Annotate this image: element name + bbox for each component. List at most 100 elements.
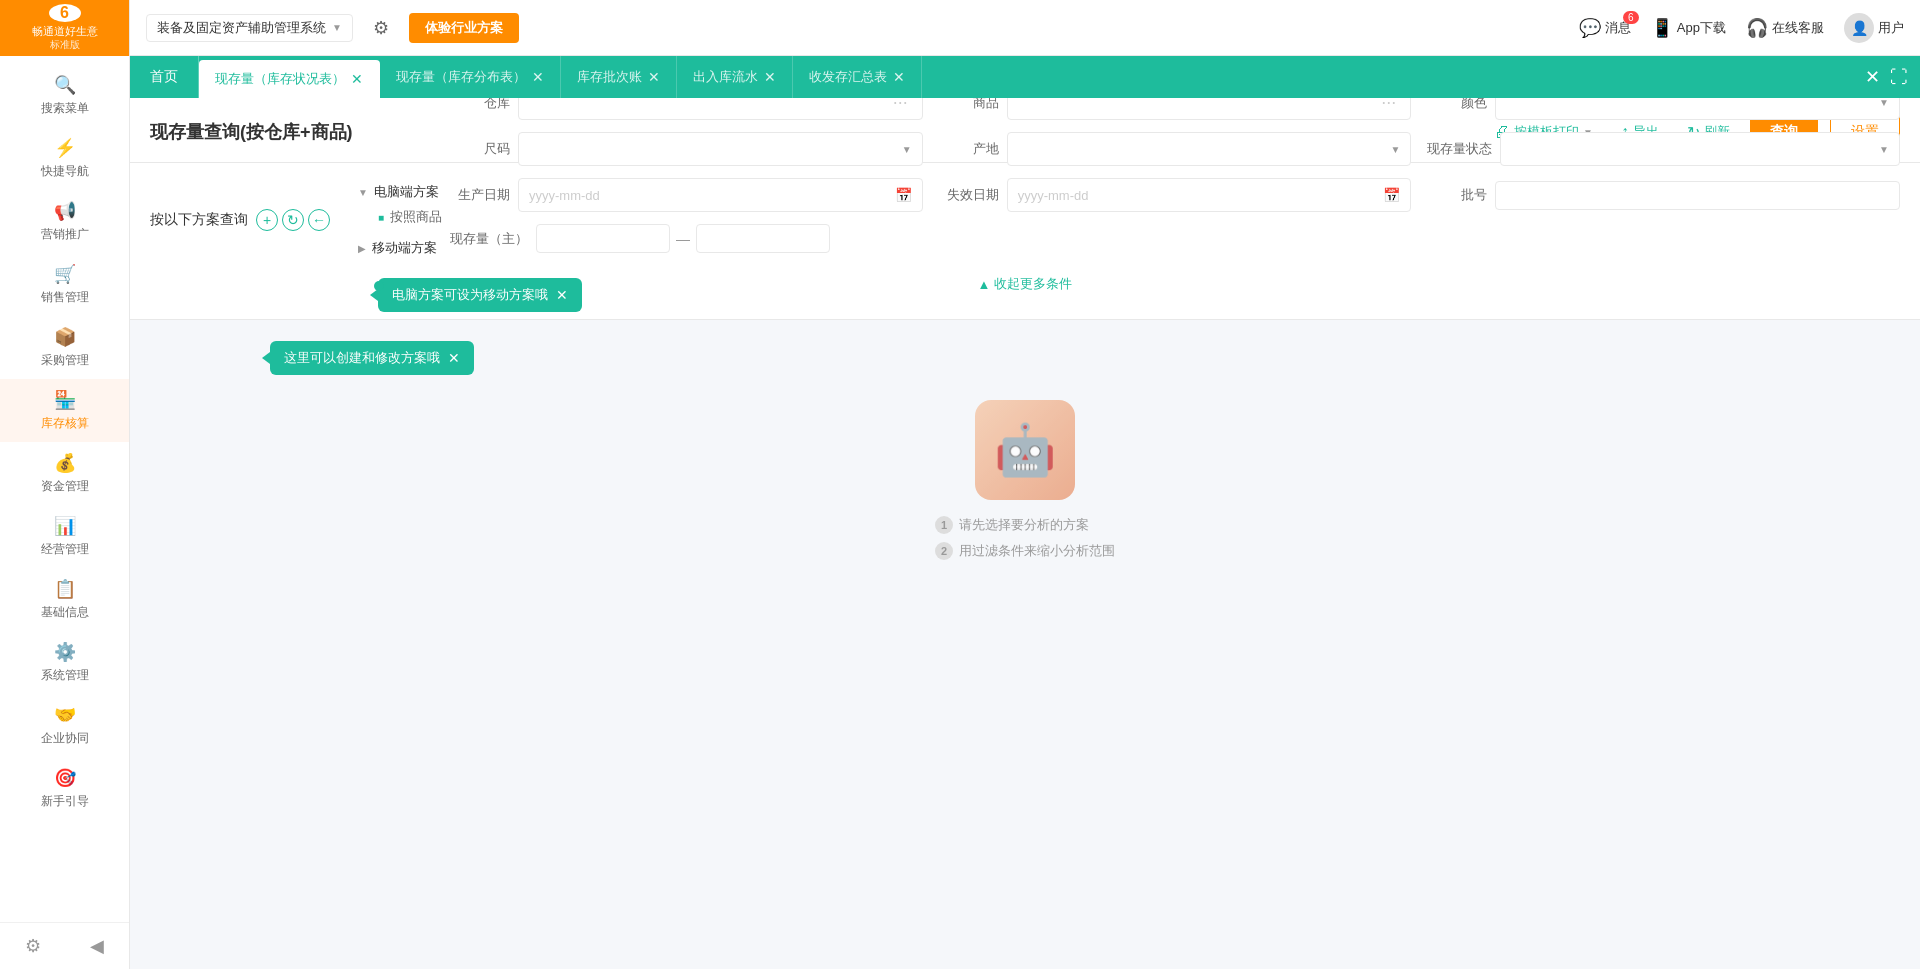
inventory-icon: 🏪: [54, 389, 76, 411]
message-action[interactable]: 💬 消息 6: [1579, 17, 1631, 39]
back-scheme-btn[interactable]: ←: [308, 209, 330, 231]
color-select[interactable]: ▼: [1495, 98, 1900, 120]
tip-num-1: 1: [935, 516, 953, 534]
tab-batch-ledger-close[interactable]: ✕: [648, 69, 660, 85]
color-label: 颜色: [1427, 98, 1487, 112]
top-header: 装备及固定资产辅助管理系统 ▼ ⚙ 体验行业方案 💬 消息 6 📱 App下载 …: [130, 0, 1920, 56]
tab-home[interactable]: 首页: [130, 56, 199, 98]
trial-button[interactable]: 体验行业方案: [409, 13, 519, 43]
tip-1-text: 请先选择要分析的方案: [959, 516, 1089, 534]
system-selector[interactable]: 装备及固定资产辅助管理系统 ▼: [146, 14, 353, 42]
top-header-left: 装备及固定资产辅助管理系统 ▼ ⚙ 体验行业方案: [146, 12, 519, 44]
size-label: 尺码: [450, 140, 510, 158]
warehouse-dots-icon[interactable]: ···: [889, 98, 912, 113]
size-select[interactable]: ▼: [518, 132, 923, 166]
add-scheme-btn[interactable]: +: [256, 209, 278, 231]
refresh-scheme-btn[interactable]: ↻: [282, 209, 304, 231]
sidebar-item-marketing-label: 营销推广: [41, 226, 89, 243]
tab-inventory-dist-close[interactable]: ✕: [532, 69, 544, 85]
sidebar-item-enterprise[interactable]: 🤝 企业协同: [0, 694, 129, 757]
tab-inout-flow[interactable]: 出入库流水 ✕: [677, 56, 793, 98]
top-header-right: 💬 消息 6 📱 App下载 🎧 在线客服 👤 用户: [1579, 13, 1904, 43]
scheme-tree-mobile[interactable]: ▶ 移动端方案: [358, 235, 442, 261]
pc-scheme-label: 电脑端方案: [374, 183, 439, 201]
filter-header-label: 按以下方案查询: [150, 211, 248, 229]
sidebar-item-sales[interactable]: 🛒 销售管理: [0, 253, 129, 316]
scheme-tree-pc-sub-item[interactable]: ■ 按照商品: [378, 205, 442, 229]
quicknav-icon: ⚡: [54, 137, 76, 159]
sidebar-item-system[interactable]: ⚙️ 系统管理: [0, 631, 129, 694]
tab-inventory-status-label: 现存量（库存状况表）: [215, 70, 345, 88]
settings-button[interactable]: ⚙: [365, 12, 397, 44]
mobile-arrow-icon: ▶: [358, 243, 366, 254]
warehouse-label: 仓库: [450, 98, 510, 112]
sidebar-item-enterprise-label: 企业协同: [41, 730, 89, 747]
tooltip-scheme: 电脑方案可设为移动方案哦 ✕: [378, 278, 582, 312]
empty-tip-2: 2 用过滤条件来缩小分析范围: [935, 542, 1115, 560]
system-selector-arrow-icon: ▼: [332, 22, 342, 33]
sidebar-item-operations[interactable]: 📊 经营管理: [0, 505, 129, 568]
tab-inventory-dist[interactable]: 现存量（库存分布表） ✕: [380, 56, 561, 98]
tab-inventory-status[interactable]: 现存量（库存状况表） ✕: [199, 60, 380, 98]
user-action[interactable]: 👤 用户: [1844, 13, 1904, 43]
sidebar-item-quicknav[interactable]: ⚡ 快捷导航: [0, 127, 129, 190]
tab-inout-flow-close[interactable]: ✕: [764, 69, 776, 85]
sidebar-item-marketing[interactable]: 📢 营销推广: [0, 190, 129, 253]
dot-indicator: [374, 281, 384, 291]
size-arrow-icon: ▼: [902, 144, 912, 155]
system-name: 装备及固定资产辅助管理系统: [157, 19, 326, 37]
filter-header: 按以下方案查询 + ↻ ← ▼ 电脑端方案 ■ 按照商品: [150, 179, 1900, 261]
mobile-scheme-label: 移动端方案: [372, 239, 437, 257]
scheme-tree-pc-sub: ■ 按照商品: [358, 205, 442, 229]
tab-receive-summary[interactable]: 收发存汇总表 ✕: [793, 56, 922, 98]
sidebar-footer: ⚙ ◀: [0, 922, 129, 969]
app-download-action[interactable]: 📱 App下载: [1651, 17, 1726, 39]
empty-illustration: 🤖: [975, 400, 1075, 500]
goods-select[interactable]: ···: [1007, 98, 1412, 120]
newbie-icon: 🎯: [54, 767, 76, 789]
marketing-icon: 📢: [54, 200, 76, 222]
tooltip-edit-close-btn[interactable]: ✕: [448, 350, 460, 366]
message-icon: 💬: [1579, 17, 1601, 39]
sidebar-item-search[interactable]: 🔍 搜索菜单: [0, 64, 129, 127]
tab-fullscreen-btn[interactable]: ⛶: [1890, 67, 1908, 88]
sales-icon: 🛒: [54, 263, 76, 285]
tooltip-scheme-close-btn[interactable]: ✕: [556, 287, 568, 303]
logo-sub: 标准版: [50, 38, 80, 52]
search-icon: 🔍: [54, 74, 76, 96]
origin-label: 产地: [939, 140, 999, 158]
tab-close-all-btn[interactable]: ✕: [1865, 66, 1880, 88]
tab-inout-flow-label: 出入库流水: [693, 68, 758, 86]
sidebar-item-purchase[interactable]: 📦 采购管理: [0, 316, 129, 379]
inventory-status-select[interactable]: ▼: [1500, 132, 1900, 166]
tab-bar: 首页 现存量（库存状况表） ✕ 现存量（库存分布表） ✕ 库存批次账 ✕ 出入库…: [130, 56, 1920, 98]
enterprise-icon: 🤝: [54, 704, 76, 726]
sidebar-item-inventory[interactable]: 🏪 库存核算: [0, 379, 129, 442]
sidebar-item-basic[interactable]: 📋 基础信息: [0, 568, 129, 631]
origin-arrow-icon: ▼: [1390, 144, 1400, 155]
online-support-action[interactable]: 🎧 在线客服: [1746, 17, 1824, 39]
tip-2-text: 用过滤条件来缩小分析范围: [959, 542, 1115, 560]
sidebar-collapse-btn[interactable]: ◀: [90, 935, 104, 957]
sidebar-item-finance-label: 资金管理: [41, 478, 89, 495]
sidebar-item-newbie[interactable]: 🎯 新手引导: [0, 757, 129, 820]
pc-arrow-icon: ▼: [358, 187, 368, 198]
tab-batch-ledger[interactable]: 库存批次账 ✕: [561, 56, 677, 98]
origin-select[interactable]: ▼: [1007, 132, 1412, 166]
size-field: 尺码 ▼: [450, 132, 923, 166]
warehouse-field: 仓库 ···: [450, 98, 923, 120]
goods-dots-icon[interactable]: ···: [1377, 98, 1400, 113]
collapse-up-icon: ▲: [978, 277, 991, 292]
app-download-label: App下载: [1677, 19, 1726, 37]
tab-receive-summary-close[interactable]: ✕: [893, 69, 905, 85]
tab-inventory-status-close[interactable]: ✕: [351, 71, 363, 87]
scheme-tree-pc[interactable]: ▼ 电脑端方案: [358, 179, 442, 205]
warehouse-select[interactable]: ···: [518, 98, 923, 120]
basic-icon: 📋: [54, 578, 76, 600]
sidebar-item-sales-label: 销售管理: [41, 289, 89, 306]
empty-tips: 1 请先选择要分析的方案 2 用过滤条件来缩小分析范围: [935, 516, 1115, 568]
finance-icon: 💰: [54, 452, 76, 474]
sidebar-settings-btn[interactable]: ⚙: [25, 935, 41, 957]
inventory-status-field: 现存量状态 ▼: [1427, 132, 1900, 166]
sidebar-item-finance[interactable]: 💰 资金管理: [0, 442, 129, 505]
